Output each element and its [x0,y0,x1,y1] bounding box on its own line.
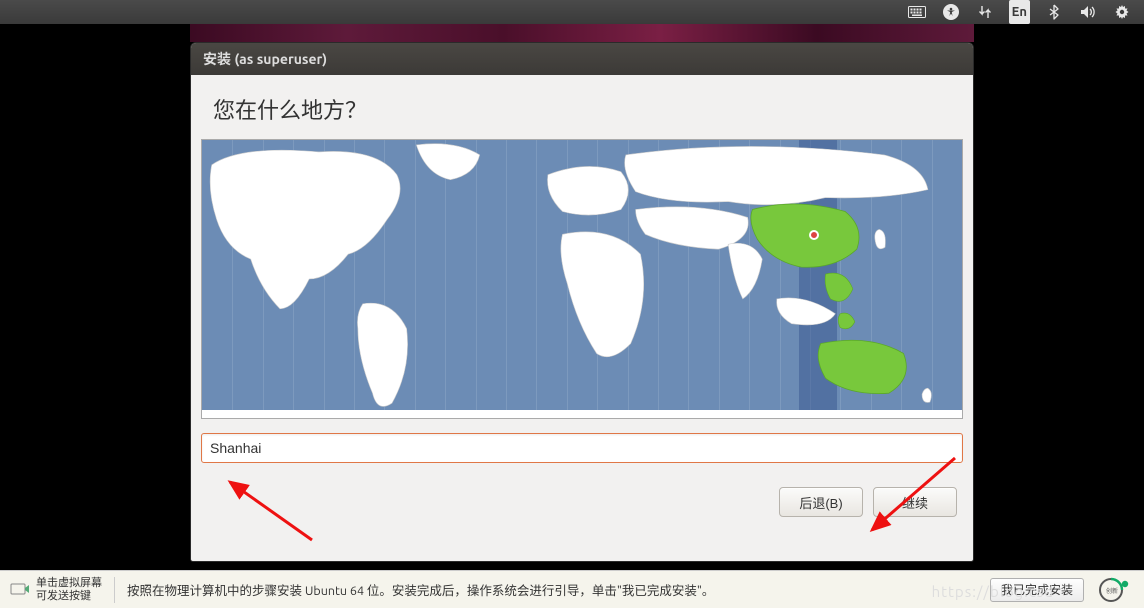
vm-hint-line1: 单击虚拟屏幕 [36,577,102,589]
network-icon[interactable] [975,0,995,24]
keyboard-icon[interactable] [907,0,927,24]
svg-text:创新: 创新 [1106,587,1118,595]
vm-screen-area: En 安装 (as superuser) 您在什么地方？ [0,0,1144,570]
vm-instruction: 按照在物理计算机中的步骤安装 Ubuntu 64 位。安装完成后，操作系统会进行… [127,580,978,599]
finish-install-button[interactable]: 我已完成安装 [990,578,1084,602]
timezone-map[interactable] [201,139,963,419]
desktop-wallpaper-strip [190,24,974,42]
back-button[interactable]: 后退(B) [779,487,863,517]
world-landmasses [202,140,962,418]
accessibility-icon[interactable] [941,0,961,24]
brand-logo: 创新 [1096,575,1134,605]
gear-icon[interactable] [1112,0,1132,24]
volume-icon[interactable] [1078,0,1098,24]
vmware-status-bar: 单击虚拟屏幕 可发送按键 按照在物理计算机中的步骤安装 Ubuntu 64 位。… [0,570,1144,608]
timezone-input[interactable] [201,433,963,463]
vm-hint[interactable]: 单击虚拟屏幕 可发送按键 [10,577,102,601]
vm-hint-line2: 可发送按键 [36,590,102,602]
bluetooth-icon[interactable] [1044,0,1064,24]
window-title: 安装 (as superuser) [203,49,327,69]
location-marker [809,230,819,240]
installer-window: 安装 (as superuser) 您在什么地方？ [190,42,974,562]
separator [114,577,115,603]
window-titlebar[interactable]: 安装 (as superuser) [191,43,973,75]
page-heading: 您在什么地方？ [213,93,951,125]
continue-button[interactable]: 继续 [873,487,957,517]
language-indicator[interactable]: En [1009,0,1030,24]
ubuntu-menubar: En [0,0,1144,24]
